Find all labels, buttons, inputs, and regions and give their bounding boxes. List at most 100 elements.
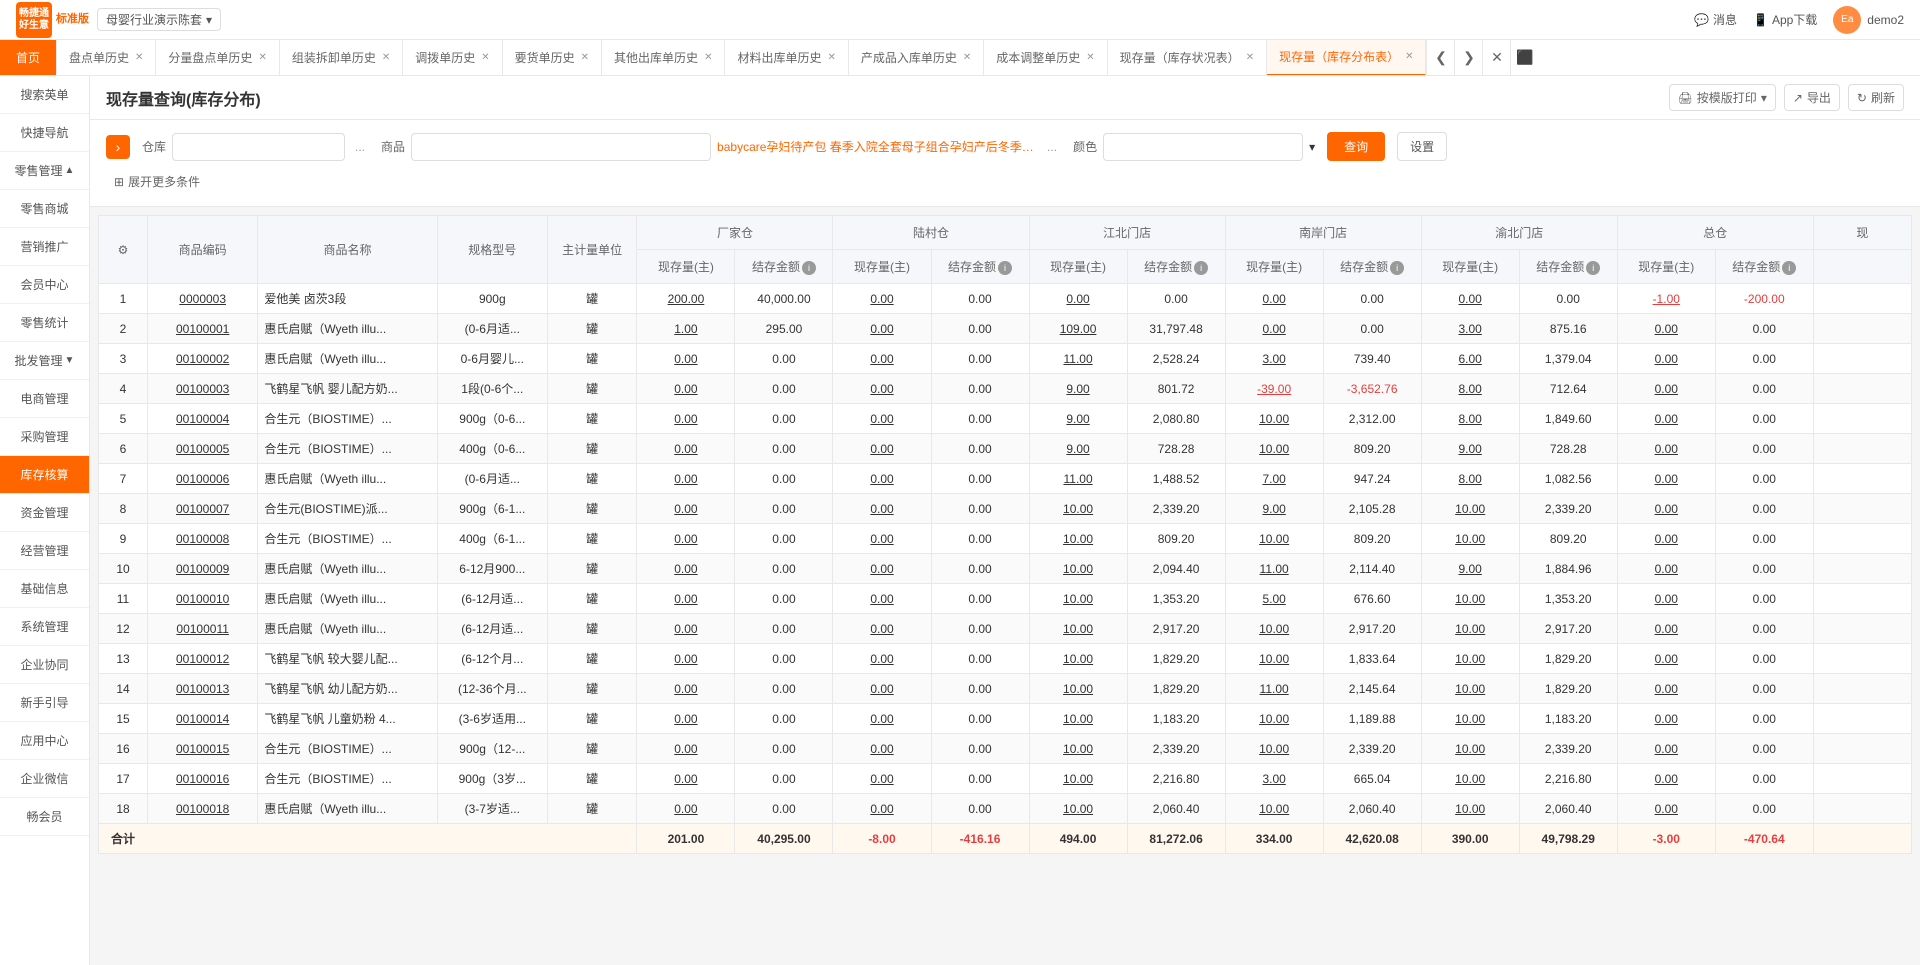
cell-code[interactable]: 00100003	[148, 374, 258, 404]
info-icon-2[interactable]: i	[998, 261, 1012, 275]
cell-yubei-qty[interactable]: 10.00	[1421, 524, 1519, 554]
cell-lucun-qty[interactable]: 0.00	[833, 584, 931, 614]
cell-code[interactable]: 00100004	[148, 404, 258, 434]
tab-prev-btn[interactable]: ❮	[1426, 40, 1454, 76]
print-btn[interactable]: 🖨 按模版打印 ▾	[1669, 84, 1776, 111]
cell-lucun-qty[interactable]: 0.00	[833, 674, 931, 704]
cell-jiangbei-qty[interactable]: 10.00	[1029, 674, 1127, 704]
cell-lucun-qty[interactable]: 0.00	[833, 314, 931, 344]
info-icon-4[interactable]: i	[1390, 261, 1404, 275]
sidebar-item-collab[interactable]: 企业协同	[0, 646, 89, 684]
cell-lucun-qty[interactable]: 0.00	[833, 614, 931, 644]
tab-11-close[interactable]: ✕	[1405, 51, 1413, 62]
tab-7-close[interactable]: ✕	[827, 52, 835, 63]
cell-nanan-qty[interactable]: 5.00	[1225, 584, 1323, 614]
cell-code[interactable]: 00100011	[148, 614, 258, 644]
tab-4-close[interactable]: ✕	[481, 52, 489, 63]
cell-yubei-qty[interactable]: 9.00	[1421, 434, 1519, 464]
sidebar-item-apps[interactable]: 应用中心	[0, 722, 89, 760]
cell-lucun-qty[interactable]: 0.00	[833, 404, 931, 434]
cell-nanan-qty[interactable]: 10.00	[1225, 644, 1323, 674]
tab-2-close[interactable]: ✕	[258, 52, 266, 63]
cell-yubei-qty[interactable]: 10.00	[1421, 704, 1519, 734]
sidebar-item-member[interactable]: 会员中心	[0, 266, 89, 304]
product-picker-btn[interactable]: ...	[1043, 140, 1061, 154]
cell-jiangbei-qty[interactable]: 10.00	[1029, 614, 1127, 644]
cell-lucun-qty[interactable]: 0.00	[833, 764, 931, 794]
cell-code[interactable]: 00100007	[148, 494, 258, 524]
tab-6-close[interactable]: ✕	[704, 52, 712, 63]
cell-code[interactable]: 00100005	[148, 434, 258, 464]
cell-lucun-qty[interactable]: 0.00	[833, 434, 931, 464]
cell-lucun-qty[interactable]: 0.00	[833, 494, 931, 524]
cell-yubei-qty[interactable]: 10.00	[1421, 734, 1519, 764]
cell-jiangbei-qty[interactable]: 10.00	[1029, 704, 1127, 734]
app-download-btn[interactable]: 📱 App下载	[1753, 11, 1817, 28]
cell-jiangbei-qty[interactable]: 9.00	[1029, 434, 1127, 464]
cell-jiangbei-qty[interactable]: 10.00	[1029, 524, 1127, 554]
cell-nanan-qty[interactable]: 10.00	[1225, 704, 1323, 734]
cell-total-qty[interactable]: 0.00	[1617, 404, 1715, 434]
cell-total-qty[interactable]: 0.00	[1617, 794, 1715, 824]
cell-jiangbei-qty[interactable]: 10.00	[1029, 554, 1127, 584]
cell-lucun-qty[interactable]: 0.00	[833, 794, 931, 824]
info-icon-6[interactable]: i	[1782, 261, 1796, 275]
cell-factory-qty[interactable]: 0.00	[637, 614, 735, 644]
cell-code[interactable]: 00100009	[148, 554, 258, 584]
cell-nanan-qty[interactable]: 3.00	[1225, 344, 1323, 374]
cell-lucun-qty[interactable]: 0.00	[833, 554, 931, 584]
cell-code[interactable]: 00100006	[148, 464, 258, 494]
tab-8-close[interactable]: ✕	[963, 52, 971, 63]
cell-total-qty[interactable]: 0.00	[1617, 704, 1715, 734]
cell-nanan-qty[interactable]: 10.00	[1225, 524, 1323, 554]
cell-yubei-qty[interactable]: 6.00	[1421, 344, 1519, 374]
message-btn[interactable]: 💬 消息	[1694, 11, 1737, 28]
cell-total-qty[interactable]: 0.00	[1617, 644, 1715, 674]
cell-yubei-qty[interactable]: 10.00	[1421, 644, 1519, 674]
tab-4[interactable]: 调拨单历史 ✕	[403, 40, 502, 76]
cell-code[interactable]: 00100010	[148, 584, 258, 614]
cell-factory-qty[interactable]: 0.00	[637, 374, 735, 404]
info-icon-3[interactable]: i	[1194, 261, 1208, 275]
cell-factory-qty[interactable]: 0.00	[637, 524, 735, 554]
sidebar-item-finance[interactable]: 资金管理	[0, 494, 89, 532]
sidebar-item-marketing[interactable]: 营销推广	[0, 228, 89, 266]
cell-jiangbei-qty[interactable]: 11.00	[1029, 464, 1127, 494]
cell-lucun-qty[interactable]: 0.00	[833, 374, 931, 404]
tab-expand-btn[interactable]: ⬛	[1510, 40, 1538, 76]
tab-5-close[interactable]: ✕	[581, 52, 589, 63]
sidebar-item-retail-mall[interactable]: 零售商城	[0, 190, 89, 228]
cell-total-qty[interactable]: -1.00	[1617, 284, 1715, 314]
tab-5[interactable]: 要货单历史 ✕	[503, 40, 602, 76]
cell-jiangbei-qty[interactable]: 10.00	[1029, 494, 1127, 524]
cell-yubei-qty[interactable]: 10.00	[1421, 794, 1519, 824]
cell-jiangbei-qty[interactable]: 10.00	[1029, 644, 1127, 674]
cell-factory-qty[interactable]: 0.00	[637, 704, 735, 734]
cell-total-qty[interactable]: 0.00	[1617, 464, 1715, 494]
cell-jiangbei-qty[interactable]: 109.00	[1029, 314, 1127, 344]
sidebar-item-guide[interactable]: 新手引导	[0, 684, 89, 722]
cell-jiangbei-qty[interactable]: 0.00	[1029, 284, 1127, 314]
cell-jiangbei-qty[interactable]: 10.00	[1029, 794, 1127, 824]
sidebar-item-search[interactable]: 搜索英单	[0, 76, 89, 114]
cell-factory-qty[interactable]: 0.00	[637, 344, 735, 374]
cell-lucun-qty[interactable]: 0.00	[833, 344, 931, 374]
warehouse-input[interactable]	[172, 133, 345, 161]
sidebar-item-system[interactable]: 系统管理	[0, 608, 89, 646]
sidebar-item-operations[interactable]: 经营管理	[0, 532, 89, 570]
cell-lucun-qty[interactable]: 0.00	[833, 734, 931, 764]
cell-code[interactable]: 00100013	[148, 674, 258, 704]
cell-yubei-qty[interactable]: 10.00	[1421, 764, 1519, 794]
sidebar-item-wholesale[interactable]: 批发管理 ▼	[0, 342, 89, 380]
cell-nanan-qty[interactable]: -39.00	[1225, 374, 1323, 404]
cell-jiangbei-qty[interactable]: 11.00	[1029, 344, 1127, 374]
info-icon-5[interactable]: i	[1586, 261, 1600, 275]
cell-nanan-qty[interactable]: 10.00	[1225, 734, 1323, 764]
cell-nanan-qty[interactable]: 10.00	[1225, 794, 1323, 824]
cell-total-qty[interactable]: 0.00	[1617, 344, 1715, 374]
sidebar-item-basics[interactable]: 基础信息	[0, 570, 89, 608]
settings-icon[interactable]: ⚙	[113, 240, 133, 260]
export-btn[interactable]: ↗ 导出	[1784, 84, 1840, 111]
cell-factory-qty[interactable]: 0.00	[637, 644, 735, 674]
tab-2[interactable]: 分量盘点单历史 ✕	[156, 40, 279, 76]
